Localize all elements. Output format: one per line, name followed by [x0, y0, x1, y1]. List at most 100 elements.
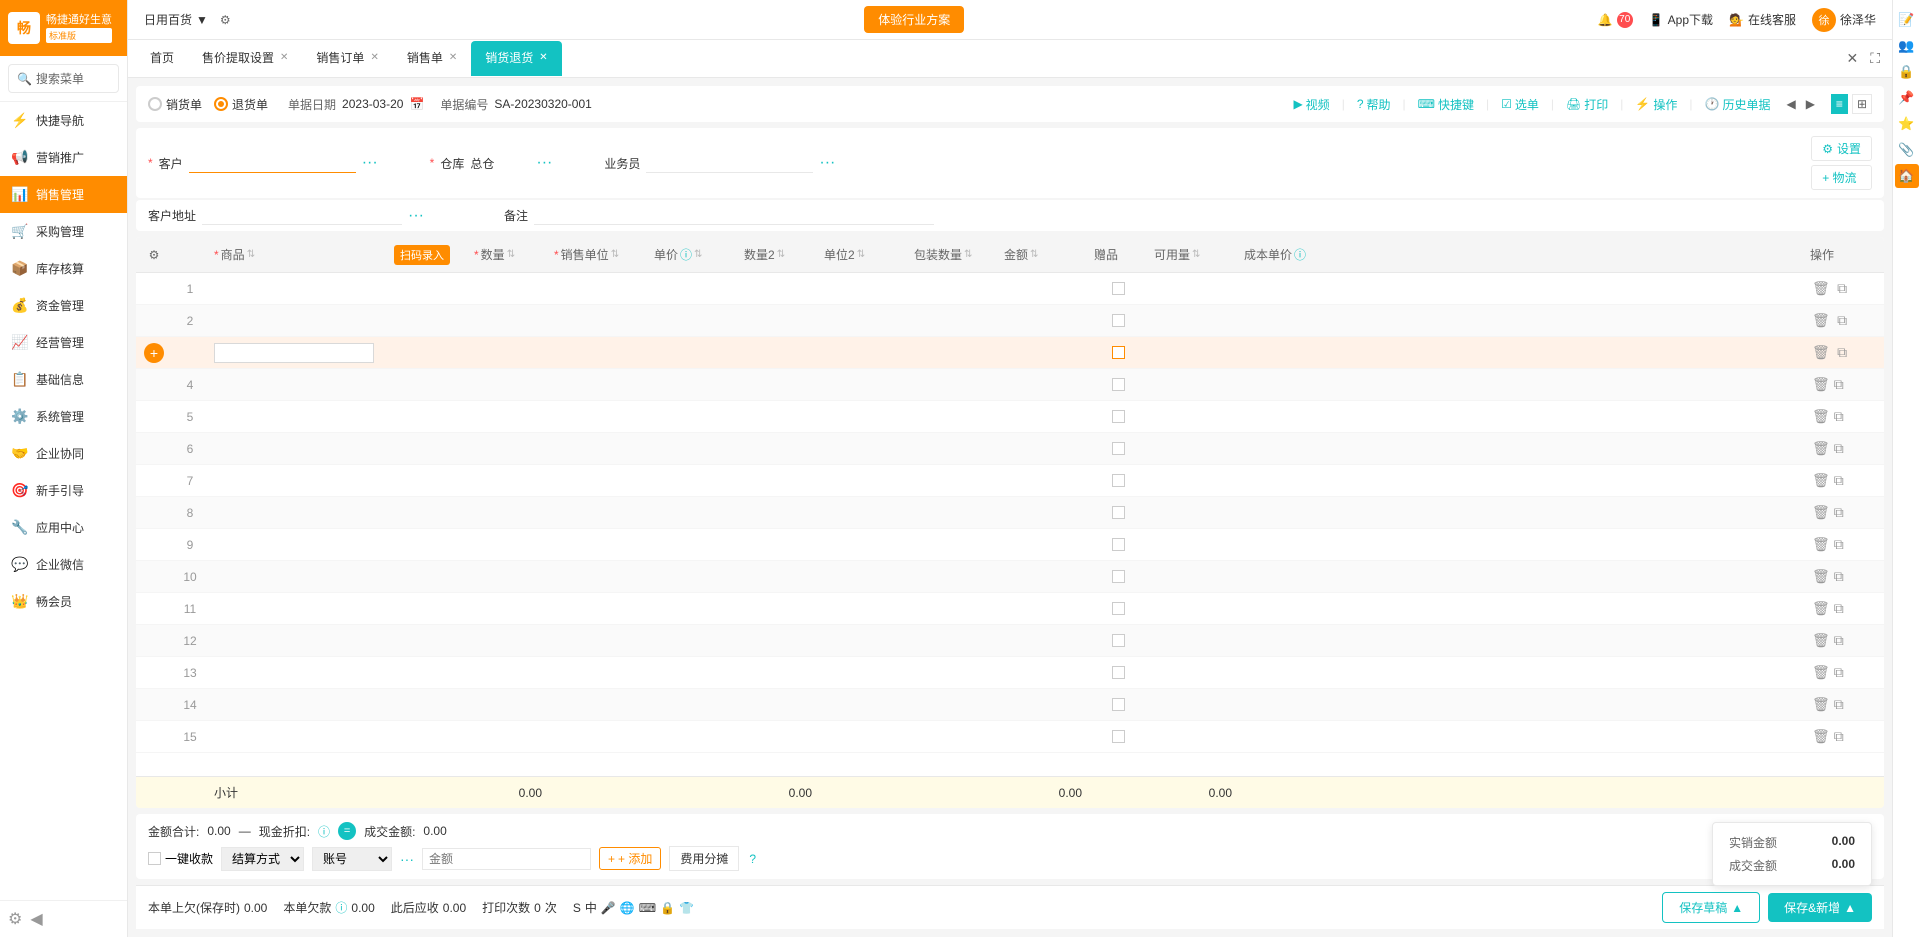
remark-input[interactable] — [534, 206, 934, 225]
account-dots[interactable]: ··· — [400, 851, 414, 867]
save-draft-button[interactable]: 保存草稿 ▲ — [1662, 892, 1760, 923]
gift-checkbox-1[interactable] — [1112, 282, 1125, 295]
gift-checkbox-11[interactable] — [1112, 602, 1125, 615]
right-sidebar-pin-icon[interactable]: 📌 — [1895, 86, 1919, 110]
sidebar-item-marketing[interactable]: 📢 营销推广 — [0, 139, 127, 176]
gift-checkbox-4[interactable] — [1112, 378, 1125, 391]
gift-checkbox-14[interactable] — [1112, 698, 1125, 711]
sidebar-item-capital[interactable]: 💰 资金管理 — [0, 287, 127, 324]
list-view-btn[interactable]: ≡ — [1831, 94, 1848, 114]
sidebar-item-basic[interactable]: 📋 基础信息 — [0, 361, 127, 398]
copy-row-8-icon[interactable]: ⧉ — [1832, 502, 1846, 522]
delete-row-10-icon[interactable]: 🗑 — [1810, 566, 1832, 586]
delete-row-7-icon[interactable]: 🗑 — [1810, 470, 1832, 490]
tab-price-setting[interactable]: 售价提取设置 ✕ — [188, 41, 302, 76]
delete-row-1-icon[interactable]: 🗑 — [1810, 278, 1832, 298]
sidebar-item-system[interactable]: ⚙️ 系统管理 — [0, 398, 127, 435]
available-sort-icon[interactable]: ⇅ — [1192, 249, 1200, 260]
pack-qty-sort-icon[interactable]: ⇅ — [964, 249, 972, 260]
cash-discount-info-icon[interactable]: ⓘ — [318, 823, 330, 840]
expense-split-button[interactable]: 费用分摊 — [669, 846, 739, 871]
amount-sort-icon[interactable]: ⇅ — [1030, 249, 1038, 260]
product-sort-icon[interactable]: ⇅ — [247, 249, 255, 260]
gift-checkbox-12[interactable] — [1112, 634, 1125, 647]
history-btn[interactable]: 🕐 历史单据 — [1704, 96, 1770, 113]
right-sidebar-lock-icon[interactable]: 🔒 — [1895, 60, 1919, 84]
sidebar-item-enterprise[interactable]: 🤝 企业协同 — [0, 435, 127, 472]
right-sidebar-home-icon[interactable]: 🏠 — [1895, 164, 1919, 188]
daily-goods-selector[interactable]: 日用百货 ▼ — [144, 11, 208, 28]
calc-button[interactable]: = — [338, 822, 356, 840]
tab-sales-delivery[interactable]: 销售单 ✕ — [393, 41, 471, 76]
sidebar-item-wechat[interactable]: 💬 企业微信 — [0, 546, 127, 583]
cost-info-icon[interactable]: ⓘ — [1294, 246, 1306, 263]
sidebar-item-sales[interactable]: 📊 销售管理 — [0, 176, 127, 213]
right-sidebar-clip-icon[interactable]: 📎 — [1895, 138, 1919, 162]
gift-checkbox-6[interactable] — [1112, 442, 1125, 455]
right-sidebar-notes-icon[interactable]: 📝 — [1895, 8, 1919, 32]
copy-row-13-icon[interactable]: ⧉ — [1832, 662, 1846, 682]
customer-input[interactable] — [189, 154, 356, 173]
sidebar-item-quick-nav[interactable]: ⚡ 快捷导航 — [0, 102, 127, 139]
radio-delivery[interactable]: 销货单 — [148, 96, 202, 113]
tab-close-icon[interactable]: ✕ — [370, 52, 378, 63]
next-arrow[interactable]: ▶ — [1802, 95, 1819, 113]
expense-help-icon[interactable]: ? — [749, 852, 756, 866]
copy-row-14-icon[interactable]: ⧉ — [1832, 694, 1846, 714]
user-info[interactable]: 徐 徐泽华 — [1812, 8, 1876, 32]
settings-bottom-icon[interactable]: ⚙ — [8, 909, 22, 929]
select-btn[interactable]: ☑ 选单 — [1501, 96, 1539, 113]
save-new-button[interactable]: 保存&新增 ▲ — [1768, 893, 1872, 922]
operate-btn[interactable]: ⚡ 操作 — [1635, 96, 1677, 113]
settings-gear-icon[interactable]: ⚙ — [220, 13, 231, 27]
account-select[interactable]: 账号 — [312, 847, 392, 871]
gift-checkbox-15[interactable] — [1112, 730, 1125, 743]
unit-sort-icon[interactable]: ⇅ — [611, 249, 619, 260]
delete-row-13-icon[interactable]: 🗑 — [1810, 662, 1832, 682]
payment-checkbox[interactable] — [148, 852, 161, 865]
tab-active-close-icon[interactable]: ✕ — [539, 52, 547, 63]
copy-row-1-icon[interactable]: ⧉ — [1835, 278, 1849, 298]
shortcut-btn[interactable]: ⌨ 快捷键 — [1418, 96, 1474, 113]
online-service-btn[interactable]: 💁 在线客服 — [1729, 11, 1796, 28]
staff-select-dots[interactable]: ··· — [819, 154, 835, 172]
customer-select-dots[interactable]: ··· — [362, 154, 378, 172]
delete-row-15-icon[interactable]: 🗑 — [1810, 726, 1832, 746]
product-input-active[interactable] — [214, 343, 374, 363]
copy-row-12-icon[interactable]: ⧉ — [1832, 630, 1846, 650]
tab-close-icon[interactable]: ✕ — [280, 52, 288, 63]
price-sort-icon[interactable]: ⇅ — [694, 249, 702, 260]
search-menu-button[interactable]: 🔍 搜索菜单 — [8, 64, 119, 93]
copy-row-4-icon[interactable]: ⧉ — [1832, 374, 1846, 394]
staff-input[interactable] — [646, 154, 813, 173]
current-debt-info[interactable]: ⓘ — [335, 899, 347, 916]
sidebar-item-inventory[interactable]: 📦 库存核算 — [0, 250, 127, 287]
video-btn[interactable]: ▶ 视频 — [1293, 96, 1329, 113]
sidebar-item-app-center[interactable]: 🔧 应用中心 — [0, 509, 127, 546]
calendar-icon[interactable]: 📅 — [409, 97, 424, 111]
delete-row-12-icon[interactable]: 🗑 — [1810, 630, 1832, 650]
gift-checkbox-active[interactable] — [1112, 346, 1125, 359]
logistics-form-btn[interactable]: + 物流 — [1811, 165, 1872, 190]
copy-row-11-icon[interactable]: ⧉ — [1832, 598, 1846, 618]
delete-row-8-icon[interactable]: 🗑 — [1810, 502, 1832, 522]
tab-sales-return[interactable]: 销货退货 ✕ — [471, 41, 561, 76]
scan-input-button[interactable]: 扫码录入 — [394, 245, 450, 265]
price-info-icon[interactable]: ⓘ — [680, 246, 692, 263]
gift-checkbox-7[interactable] — [1112, 474, 1125, 487]
add-expense-button[interactable]: + + 添加 — [599, 847, 661, 870]
right-sidebar-users-icon[interactable]: 👥 — [1895, 34, 1919, 58]
gift-checkbox-9[interactable] — [1112, 538, 1125, 551]
add-row-button[interactable]: + — [144, 343, 164, 363]
address-dots[interactable]: ··· — [408, 207, 424, 225]
settings-form-btn[interactable]: ⚙ 设置 — [1811, 136, 1872, 161]
copy-row-active-icon[interactable]: ⧉ — [1835, 342, 1849, 362]
delete-row-9-icon[interactable]: 🗑 — [1810, 534, 1832, 554]
tab-close-icon[interactable]: ✕ — [449, 52, 457, 63]
sidebar-item-purchase[interactable]: 🛒 采购管理 — [0, 213, 127, 250]
delete-row-4-icon[interactable]: 🗑 — [1810, 374, 1832, 394]
copy-row-5-icon[interactable]: ⧉ — [1832, 406, 1846, 426]
tab-sales-order[interactable]: 销售订单 ✕ — [302, 41, 392, 76]
delete-row-14-icon[interactable]: 🗑 — [1810, 694, 1832, 714]
copy-row-6-icon[interactable]: ⧉ — [1832, 438, 1846, 458]
